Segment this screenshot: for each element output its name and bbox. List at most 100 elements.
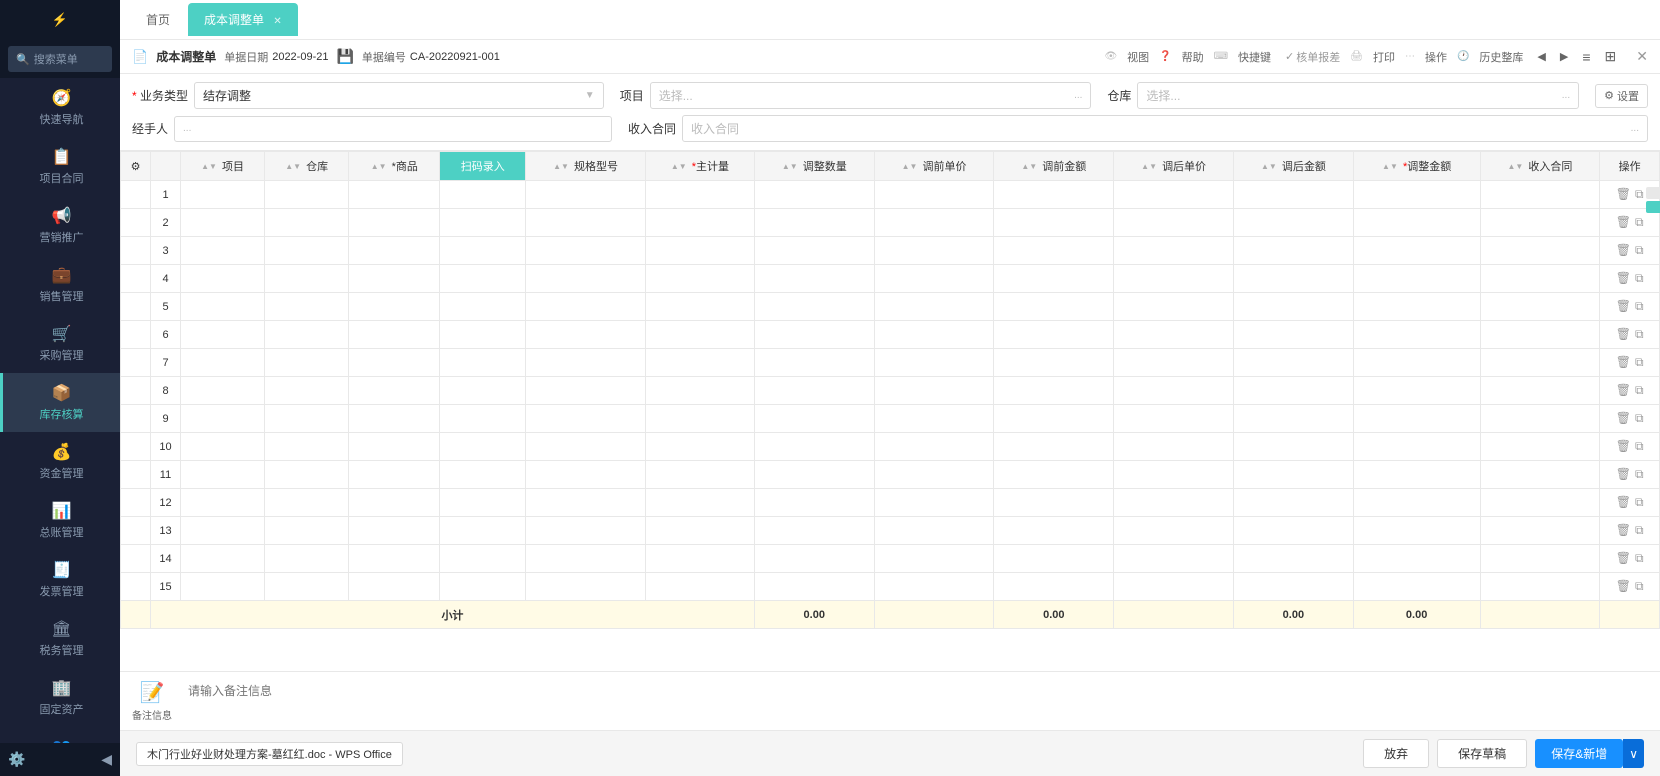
row-warehouse[interactable] [265,237,349,265]
row-product[interactable] [349,181,440,209]
row-checkbox[interactable] [121,349,151,377]
row-product[interactable] [349,405,440,433]
sidebar-item-payroll[interactable]: 👥 工资 [0,727,120,743]
row-project[interactable] [181,209,265,237]
row-product[interactable] [349,517,440,545]
row-adjust-amount[interactable] [1353,545,1480,573]
row-project[interactable] [181,545,265,573]
row-after-price[interactable] [1114,433,1234,461]
row-after-price[interactable] [1114,461,1234,489]
tab-home[interactable]: 首页 [130,3,186,36]
row-income-contract[interactable] [1480,265,1600,293]
row-product[interactable] [349,377,440,405]
row-adjust-amount[interactable] [1353,573,1480,601]
row-adjust-qty[interactable] [754,265,874,293]
copy-row-icon[interactable]: ⧉ [1635,495,1644,510]
row-spec[interactable] [526,265,646,293]
row-before-price[interactable] [874,181,994,209]
row-adjust-qty[interactable] [754,349,874,377]
row-after-amount[interactable] [1234,349,1354,377]
row-product[interactable] [349,573,440,601]
delete-row-icon[interactable]: 🗑 [1616,439,1631,454]
nav-next-button[interactable]: ▶ [1556,48,1572,65]
col-before-price[interactable]: ▲▼ 调前单价 [874,152,994,181]
row-after-price[interactable] [1114,321,1234,349]
delete-row-icon[interactable]: 🗑 [1616,187,1631,202]
delete-row-icon[interactable]: 🗑 [1616,327,1631,342]
sidebar-item-sales-mgmt[interactable]: 💼 销售管理 [0,255,120,314]
row-checkbox[interactable] [121,237,151,265]
view-toggle2-button[interactable]: ⊞ [1601,46,1621,67]
row-project[interactable] [181,573,265,601]
row-unit[interactable] [645,461,754,489]
row-project[interactable] [181,405,265,433]
copy-row-icon[interactable]: ⧉ [1635,579,1644,594]
row-product[interactable] [349,349,440,377]
row-adjust-amount[interactable] [1353,489,1480,517]
col-product[interactable]: ▲▼ *商品 [349,152,440,181]
col-warehouse[interactable]: ▲▼ 仓库 [265,152,349,181]
sidebar-item-fixed-assets[interactable]: 🏢 固定资产 [0,668,120,727]
copy-row-icon[interactable]: ⧉ [1635,551,1644,566]
col-scan-input[interactable]: 扫码录入 [440,152,526,181]
print-button[interactable]: 打印 [1369,47,1399,67]
row-warehouse[interactable] [265,545,349,573]
row-income-contract[interactable] [1480,433,1600,461]
row-checkbox[interactable] [121,461,151,489]
row-before-price[interactable] [874,349,994,377]
delete-row-icon[interactable]: 🗑 [1616,551,1631,566]
row-before-amount[interactable] [994,293,1114,321]
row-project[interactable] [181,293,265,321]
row-unit[interactable] [645,237,754,265]
help-button[interactable]: 帮助 [1178,47,1208,67]
row-after-amount[interactable] [1234,237,1354,265]
row-income-contract[interactable] [1480,349,1600,377]
row-before-price[interactable] [874,433,994,461]
row-after-amount[interactable] [1234,433,1354,461]
row-after-amount[interactable] [1234,545,1354,573]
taskbar-item[interactable]: 木门行业好业财处理方案-墓红红.doc - WPS Office [136,742,403,766]
col-after-amount[interactable]: ▲▼ 调后金额 [1234,152,1354,181]
biz-type-select[interactable]: 结存调整 ▼ [194,82,604,109]
row-after-price[interactable] [1114,545,1234,573]
copy-row-icon[interactable]: ⧉ [1635,299,1644,314]
delete-row-icon[interactable]: 🗑 [1616,243,1631,258]
delete-row-icon[interactable]: 🗑 [1616,215,1631,230]
row-project[interactable] [181,181,265,209]
row-product[interactable] [349,461,440,489]
row-adjust-qty[interactable] [754,517,874,545]
nav-prev-button[interactable]: ◀ [1533,48,1549,65]
delete-row-icon[interactable]: 🗑 [1616,523,1631,538]
row-before-price[interactable] [874,321,994,349]
row-project[interactable] [181,433,265,461]
row-unit[interactable] [645,321,754,349]
row-checkbox[interactable] [121,489,151,517]
row-spec[interactable] [526,349,646,377]
row-after-amount[interactable] [1234,321,1354,349]
row-income-contract[interactable] [1480,489,1600,517]
row-income-contract[interactable] [1480,545,1600,573]
row-warehouse[interactable] [265,377,349,405]
row-adjust-amount[interactable] [1353,517,1480,545]
copy-row-icon[interactable]: ⧉ [1635,243,1644,258]
delete-row-icon[interactable]: 🗑 [1616,299,1631,314]
project-select[interactable]: 选择... ... [650,82,1092,109]
delete-row-icon[interactable]: 🗑 [1616,355,1631,370]
delete-row-icon[interactable]: 🗑 [1616,495,1631,510]
col-adjust-qty[interactable]: ▲▼ 调整数量 [754,152,874,181]
row-spec[interactable] [526,377,646,405]
row-adjust-amount[interactable] [1353,433,1480,461]
row-adjust-amount[interactable] [1353,405,1480,433]
row-project[interactable] [181,489,265,517]
row-after-amount[interactable] [1234,181,1354,209]
col-settings[interactable]: ⚙ [121,152,151,181]
row-income-contract[interactable] [1480,209,1600,237]
row-after-amount[interactable] [1234,517,1354,545]
row-income-contract[interactable] [1480,461,1600,489]
row-project[interactable] [181,237,265,265]
row-adjust-qty[interactable] [754,237,874,265]
row-after-price[interactable] [1114,265,1234,293]
row-unit[interactable] [645,545,754,573]
row-warehouse[interactable] [265,405,349,433]
sidebar-item-capital-mgmt[interactable]: 💰 资金管理 [0,432,120,491]
